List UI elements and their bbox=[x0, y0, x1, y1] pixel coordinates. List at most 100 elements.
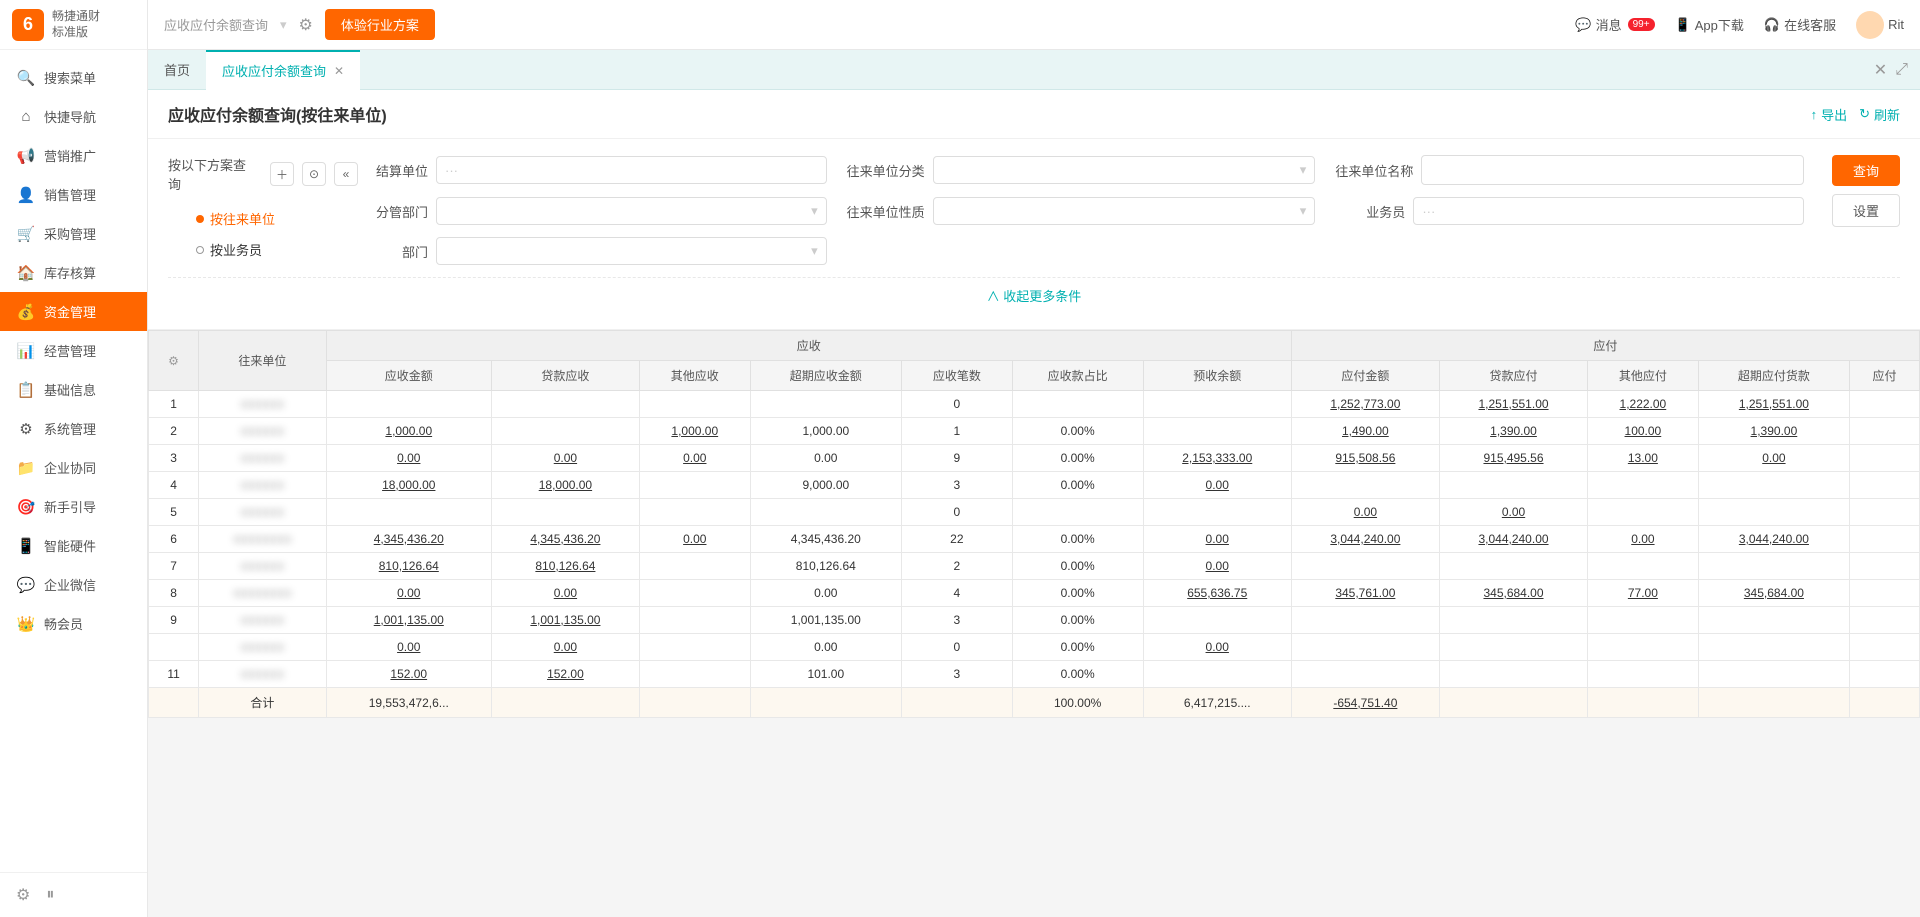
row-ar-overdue: 0.00 bbox=[750, 445, 901, 472]
close-tab-btn[interactable]: ✕ bbox=[1874, 60, 1887, 80]
marketing-icon: 📢 bbox=[16, 147, 36, 165]
purchase-label: 采购管理 bbox=[44, 224, 96, 243]
collapse-filter-btn[interactable]: « bbox=[334, 162, 358, 186]
row-ap-other bbox=[1588, 607, 1699, 634]
filter-by-partner[interactable]: 按往来单位 bbox=[188, 205, 358, 232]
dept-select[interactable]: ▾ bbox=[436, 237, 827, 265]
export-btn[interactable]: ↑ 导出 bbox=[1811, 105, 1848, 124]
row-ar-other bbox=[639, 607, 750, 634]
settings-col-header[interactable]: ⚙ bbox=[149, 331, 199, 391]
row-ar-loan: 152.00 bbox=[491, 661, 639, 688]
row-ar-prepaid bbox=[1143, 418, 1291, 445]
tab-home[interactable]: 首页 bbox=[148, 50, 206, 90]
row-ap-overdue bbox=[1698, 499, 1849, 526]
tab-ar-ap[interactable]: 应收应付余额查询 ✕ bbox=[206, 50, 360, 90]
service-icon: 🎧 bbox=[1764, 17, 1780, 33]
app-download-btn[interactable]: 📱 App下载 bbox=[1675, 15, 1744, 34]
topbar-settings-icon[interactable]: ⚙ bbox=[299, 15, 313, 35]
data-table: ⚙ 往来单位 应收 应付 应收金额 贷款应收 其他应收 超期应收金额 应收笔数 … bbox=[148, 330, 1920, 718]
sidebar-item-sales[interactable]: 👤 销售管理 bbox=[0, 175, 147, 214]
sidebar-item-operation[interactable]: 📊 经营管理 bbox=[0, 331, 147, 370]
user-menu[interactable]: Rit bbox=[1856, 11, 1904, 39]
partner-category-arrow: ▾ bbox=[1300, 162, 1307, 178]
tab-close-icon[interactable]: ✕ bbox=[334, 64, 344, 78]
row-ar-amount bbox=[326, 499, 491, 526]
sidebar-footer: ⚙ ⏸ bbox=[0, 872, 147, 917]
row-partner: ■■■■■■ bbox=[199, 472, 327, 499]
sidebar-item-guide[interactable]: 🎯 新手引导 bbox=[0, 487, 147, 526]
edition-label: 标准版 bbox=[52, 25, 100, 41]
row-ap-loan: 1,390.00 bbox=[1439, 418, 1587, 445]
query-btn[interactable]: 查询 bbox=[1832, 155, 1900, 186]
row-ap-overdue: 3,044,240.00 bbox=[1698, 526, 1849, 553]
messages-btn[interactable]: 💬 消息 99+ bbox=[1575, 15, 1654, 34]
sidebar-item-purchase[interactable]: 🛒 采购管理 bbox=[0, 214, 147, 253]
row-ar-ratio: 0.00% bbox=[1012, 607, 1143, 634]
row-num bbox=[149, 634, 199, 661]
row-ar-ratio: 0.00% bbox=[1012, 418, 1143, 445]
partner-category-select[interactable]: ▾ bbox=[933, 156, 1316, 184]
table-settings-icon[interactable]: ⚙ bbox=[168, 354, 179, 368]
sidebar-item-inventory[interactable]: 🏠 库存核算 bbox=[0, 253, 147, 292]
row-ap-extra bbox=[1850, 391, 1920, 418]
refresh-btn[interactable]: ↻ 刷新 bbox=[1859, 105, 1900, 124]
sidebar-item-marketing[interactable]: 📢 营销推广 bbox=[0, 136, 147, 175]
row-ap-other bbox=[1588, 553, 1699, 580]
sidebar-item-hardware[interactable]: 📱 智能硬件 bbox=[0, 526, 147, 565]
settlement-unit-input[interactable]: ··· bbox=[436, 156, 827, 184]
sidebar-item-search-menu[interactable]: 🔍 搜索菜单 bbox=[0, 58, 147, 97]
row-ar-loan bbox=[491, 499, 639, 526]
settings-footer-icon[interactable]: ⚙ bbox=[16, 885, 30, 905]
expand-btn[interactable]: ⤢ bbox=[1895, 61, 1908, 79]
online-service-btn[interactable]: 🎧 在线客服 bbox=[1764, 15, 1836, 34]
page-title: 应收应付余额查询(按往来单位) bbox=[168, 102, 387, 126]
sidebar-item-system[interactable]: ⚙ 系统管理 bbox=[0, 409, 147, 448]
dept-label: 部门 bbox=[358, 242, 428, 261]
row-ap-extra bbox=[1850, 661, 1920, 688]
partner-name-input[interactable] bbox=[1421, 155, 1804, 185]
sidebar-item-member[interactable]: 👑 畅会员 bbox=[0, 604, 147, 643]
set-btn[interactable]: 设置 bbox=[1832, 194, 1900, 227]
filter-by-salesperson[interactable]: 按业务员 bbox=[188, 236, 358, 263]
edit-filter-btn[interactable]: ⊙ bbox=[302, 162, 326, 186]
sidebar-item-finance[interactable]: 💰 资金管理 bbox=[0, 292, 147, 331]
row-ar-amount: 1,000.00 bbox=[326, 418, 491, 445]
total-row: 合计 19,553,472,6... 100.00% 6,417,215....… bbox=[149, 688, 1920, 718]
sidebar-item-basic[interactable]: 📋 基础信息 bbox=[0, 370, 147, 409]
hardware-icon: 📱 bbox=[16, 537, 36, 555]
inventory-label: 库存核算 bbox=[44, 263, 96, 282]
settlement-unit-row: 结算单位 ··· bbox=[358, 155, 827, 185]
sidebar-item-quick-nav[interactable]: ⌂ 快捷导航 bbox=[0, 97, 147, 136]
row-ar-amount: 0.00 bbox=[326, 634, 491, 661]
wechat-label: 企业微信 bbox=[44, 575, 96, 594]
row-ar-overdue: 1,001,135.00 bbox=[750, 607, 901, 634]
row-ap-extra bbox=[1850, 445, 1920, 472]
partner-nature-select[interactable]: ▾ bbox=[933, 197, 1316, 225]
salesperson-input[interactable]: ··· bbox=[1413, 197, 1804, 225]
row-ar-count: 4 bbox=[902, 580, 1013, 607]
row-num: 2 bbox=[149, 418, 199, 445]
dept-incharge-select[interactable]: ▾ bbox=[436, 197, 827, 225]
row-num: 4 bbox=[149, 472, 199, 499]
sidebar-item-wechat[interactable]: 💬 企业微信 bbox=[0, 565, 147, 604]
row-partner: ■■■■■■ bbox=[199, 418, 327, 445]
row-num: 11 bbox=[149, 661, 199, 688]
collapse-more-btn[interactable]: ∧ 收起更多条件 bbox=[168, 277, 1900, 313]
collapse-sidebar-icon[interactable]: ⏸ bbox=[46, 886, 54, 904]
app-download-label: App下载 bbox=[1695, 15, 1744, 34]
row-ap-other: 13.00 bbox=[1588, 445, 1699, 472]
add-filter-btn[interactable]: ＋ bbox=[270, 162, 294, 186]
row-ap-loan: 3,044,240.00 bbox=[1439, 526, 1587, 553]
row-ar-count: 22 bbox=[902, 526, 1013, 553]
row-num: 1 bbox=[149, 391, 199, 418]
solution-btn[interactable]: 体验行业方案 bbox=[325, 9, 435, 40]
table-row: 11 ■■■■■■ 152.00 152.00 101.00 3 0.00% bbox=[149, 661, 1920, 688]
sidebar-item-enterprise[interactable]: 📁 企业协同 bbox=[0, 448, 147, 487]
partner-nature-label: 往来单位性质 bbox=[847, 202, 925, 221]
finance-label: 资金管理 bbox=[44, 302, 96, 321]
row-ar-overdue: 0.00 bbox=[750, 634, 901, 661]
row-ap-amount: 3,044,240.00 bbox=[1291, 526, 1439, 553]
row-ar-ratio: 0.00% bbox=[1012, 553, 1143, 580]
total-ar-prepaid: 6,417,215.... bbox=[1143, 688, 1291, 718]
row-ap-extra bbox=[1850, 607, 1920, 634]
